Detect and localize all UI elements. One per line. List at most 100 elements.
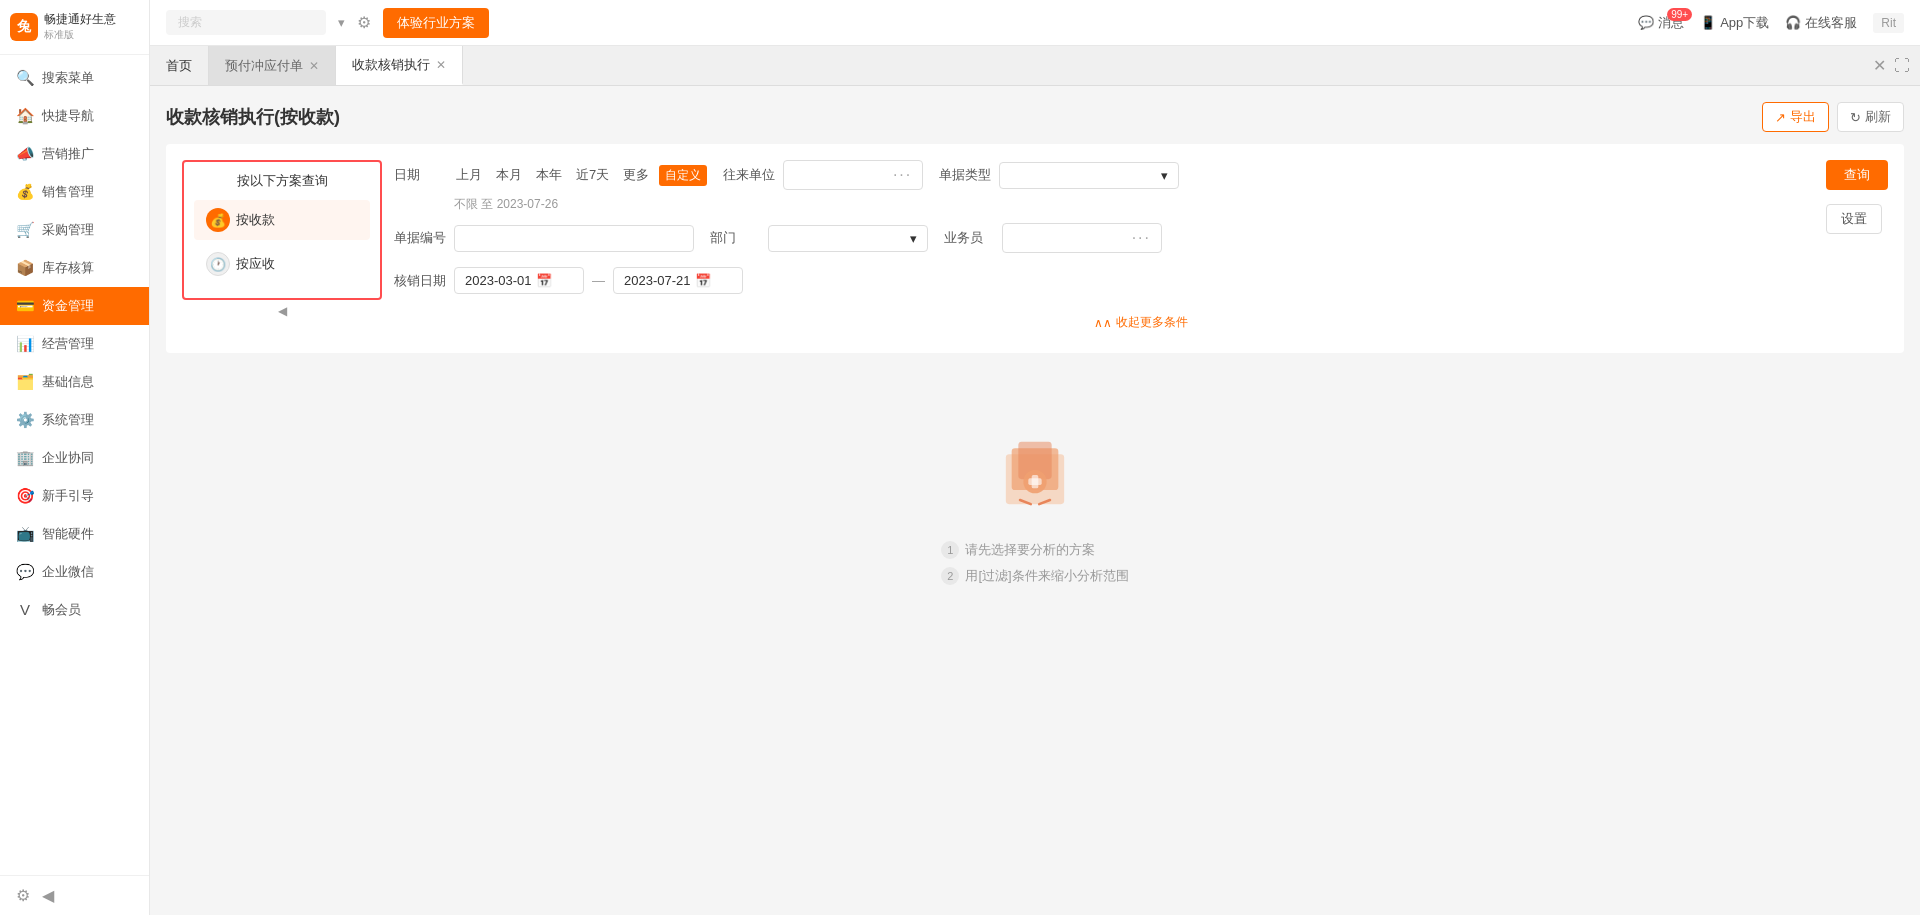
sidebar-icon-marketing: 📣 [16,145,34,163]
verify-date-start-input[interactable]: 2023-03-01 📅 [454,267,584,294]
filter-left-panel: 按以下方案查询 💰按收款🕐按应收 ◀ [182,160,382,337]
sidebar-item-inventory[interactable]: 📦 库存核算 [0,249,149,287]
sidebar-icon-inventory: 📦 [16,259,34,277]
query-btn[interactable]: 查询 [1826,160,1888,190]
filter-option-by-receivable[interactable]: 🕐按应收 [194,244,370,284]
tab-actions: ✕ ⛶ [1863,46,1920,85]
topbar-search[interactable]: 搜索 [166,10,326,35]
refresh-btn[interactable]: ↻ 刷新 [1837,102,1904,132]
filter-option-by-receipt[interactable]: 💰按收款 [194,200,370,240]
date-field: 日期 上月 本月 本年 近7天 更多 自定义 [394,164,707,186]
staff-select[interactable]: ··· [1002,223,1162,253]
sidebar-icon-search-menu: 🔍 [16,69,34,87]
date-this-year[interactable]: 本年 [532,164,566,186]
doc-type-field: 单据类型 ▾ [939,162,1179,189]
sidebar-item-quick-nav[interactable]: 🏠快捷导航 [0,97,149,135]
export-btn[interactable]: ↗ 导出 [1762,102,1829,132]
partner-dots-icon[interactable]: ··· [893,166,912,184]
sidebar-item-member[interactable]: V畅会员 [0,591,149,629]
user-menu[interactable]: Rit [1873,13,1904,33]
tab-home[interactable]: 首页 [150,46,209,85]
date-quick-btns: 上月 本月 本年 近7天 更多 自定义 [452,164,707,186]
logo: 兔 畅捷通好生意 标准版 [0,0,149,55]
sidebar-icon-basic-info: 🗂️ [16,373,34,391]
date-last-7[interactable]: 近7天 [572,164,613,186]
filter-option-icon-by-receipt: 💰 [206,208,230,232]
sidebar-label-basic-info: 基础信息 [42,373,94,391]
filter-row-2: 单据编号 部门 ▾ 业务员 [394,223,1814,253]
sidebar-icon-weixin: 💬 [16,563,34,581]
filter-row-1: 日期 上月 本月 本年 近7天 更多 自定义 [394,160,1814,190]
partner-input[interactable]: ··· [783,160,923,190]
filter-options: 💰按收款🕐按应收 [194,200,370,284]
filter-form: 日期 上月 本月 本年 近7天 更多 自定义 [394,160,1888,337]
filter-row-3: 核销日期 2023-03-01 📅 — 2023-07-21 [394,267,1814,294]
sidebar-item-operation[interactable]: 📊经营管理 [0,325,149,363]
collapse-icon: ∧∧ [1094,316,1112,330]
sidebar-icon-quick-nav: 🏠 [16,107,34,125]
doc-type-select[interactable]: ▾ [999,162,1179,189]
settings-icon[interactable]: ⚙ [16,886,30,905]
sidebar-item-purchase[interactable]: 🛒采购管理 [0,211,149,249]
tab-receipt-verify[interactable]: 收款核销执行✕ [336,46,463,85]
sidebar-item-guide[interactable]: 🎯新手引导 [0,477,149,515]
sidebar-label-weixin: 企业微信 [42,563,94,581]
page-actions: ↗ 导出 ↻ 刷新 [1762,102,1904,132]
online-service-btn[interactable]: 🎧 在线客服 [1785,14,1857,32]
staff-dots-icon[interactable]: ··· [1132,229,1151,247]
sidebar-label-inventory: 库存核算 [42,259,94,277]
sidebar-icon-smart-hw: 📺 [16,525,34,543]
sidebar-bottom: ⚙ ◀ [0,875,149,915]
sidebar-item-sales[interactable]: 💰销售管理 [0,173,149,211]
verify-date-end-input[interactable]: 2023-07-21 📅 [613,267,743,294]
sidebar-item-search-menu[interactable]: 🔍搜索菜单 [0,59,149,97]
sidebar-icon-guide: 🎯 [16,487,34,505]
dept-select[interactable]: ▾ [768,225,928,252]
sidebar-label-smart-hw: 智能硬件 [42,525,94,543]
sidebar-item-weixin[interactable]: 💬 企业微信 [0,553,149,591]
topbar-arrow-icon[interactable]: ▾ [338,15,345,30]
topbar-gear-icon[interactable]: ⚙ [357,13,371,32]
tab-prepay[interactable]: 预付冲应付单✕ [209,46,336,85]
sidebar-item-smart-hw[interactable]: 📺 智能硬件 [0,515,149,553]
sidebar-item-enterprise[interactable]: 🏢企业协同 [0,439,149,477]
date-label: 日期 [394,166,444,184]
sidebar-item-basic-info[interactable]: 🗂️ 基础信息 [0,363,149,401]
calendar-end-icon[interactable]: 📅 [695,273,711,288]
page-title: 收款核销执行(按收款) [166,105,340,129]
app-download-btn[interactable]: 📱 App下载 [1700,14,1769,32]
industry-btn[interactable]: 体验行业方案 [383,8,489,38]
filter-collapse-arrow[interactable]: ◀ [182,304,382,318]
svg-rect-5 [1032,475,1039,488]
sidebar-icon-finance: 💳 [16,297,34,315]
date-custom[interactable]: 自定义 [659,165,707,186]
expand-tab-icon[interactable]: ⛶ [1894,57,1910,75]
sidebar-item-marketing[interactable]: 📣 营销推广 [0,135,149,173]
sidebar-label-marketing: 营销推广 [42,145,94,163]
doc-no-input[interactable] [454,225,694,252]
main-area: 搜索 ▾ ⚙ 体验行业方案 💬 消息 99+ 📱 App下载 🎧 在线客服 Ri… [150,0,1920,915]
tab-close-receipt-verify[interactable]: ✕ [436,58,446,72]
collapse-more-btn[interactable]: ∧∧ 收起更多条件 [394,308,1888,337]
filter-panel-title: 按以下方案查询 [194,172,370,190]
tab-label-home: 首页 [166,57,192,75]
sidebar-label-operation: 经营管理 [42,335,94,353]
date-this-month[interactable]: 本月 [492,164,526,186]
tab-close-prepay[interactable]: ✕ [309,59,319,73]
staff-field: 业务员 ··· [944,223,1162,253]
empty-illustration [985,425,1085,525]
logo-icon: 兔 [10,13,38,41]
doc-no-label: 单据编号 [394,229,446,247]
sidebar-item-system[interactable]: ⚙️系统管理 [0,401,149,439]
close-tab-icon[interactable]: ✕ [1873,56,1886,75]
sidebar-item-finance[interactable]: 💳资金管理 [0,287,149,325]
dept-label: 部门 [710,229,760,247]
collapse-sidebar-icon[interactable]: ◀ [42,886,54,905]
message-btn[interactable]: 💬 消息 99+ [1638,14,1684,32]
settings-btn[interactable]: 设置 [1826,204,1882,234]
date-last-month[interactable]: 上月 [452,164,486,186]
date-more[interactable]: 更多 [619,164,653,186]
calendar-start-icon[interactable]: 📅 [536,273,552,288]
dept-chevron-icon: ▾ [910,231,917,246]
verify-date-range: 2023-03-01 📅 — 2023-07-21 📅 [454,267,743,294]
